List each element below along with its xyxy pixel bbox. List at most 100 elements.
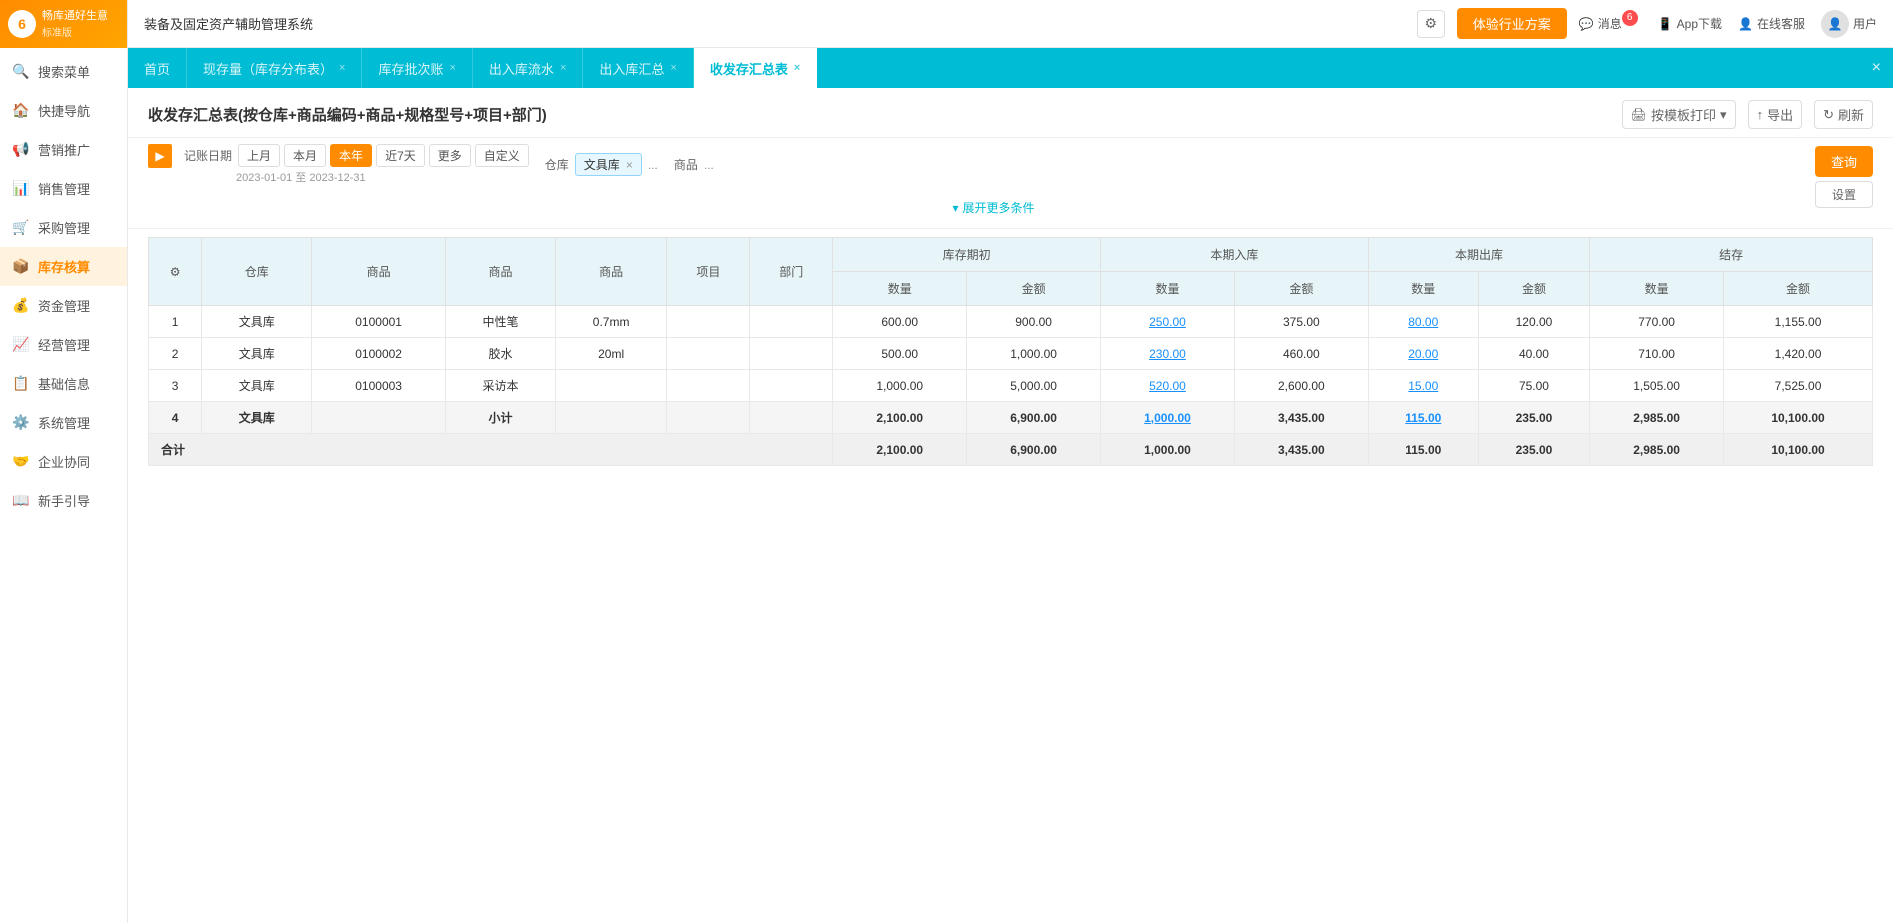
sidebar-item-newbie[interactable]: 📖 新手引导	[0, 481, 127, 520]
export-btn[interactable]: ↑ 导出	[1748, 100, 1803, 129]
warehouse-tag-close[interactable]: ×	[626, 158, 633, 172]
sub-no: 4	[149, 402, 202, 434]
data-table: ⚙ 仓库 商品 商品 商品 项目 部门 库存期初 本期入库 本期出库 结存 数量	[148, 237, 1873, 466]
sidebar-item-operations[interactable]: 📈经营管理	[0, 325, 127, 364]
message-icon: 💬	[1579, 17, 1594, 31]
date-btn-custom[interactable]: 自定义	[475, 144, 529, 167]
sidebar-item-basicinfo[interactable]: 📋基础信息	[0, 364, 127, 403]
cell-out-qty[interactable]: 80.00	[1368, 306, 1478, 338]
tab-inout-summary[interactable]: 出入库汇总×	[583, 48, 693, 88]
tab-label-batch: 库存批次账	[378, 59, 443, 78]
cell-in-qty[interactable]: 520.00	[1101, 370, 1235, 402]
experience-btn[interactable]: 体验行业方案	[1457, 8, 1567, 39]
sidebar-icon-enterprise: 🤝	[12, 453, 30, 470]
tab-label-stock-dist: 现存量（库存分布表）	[203, 59, 333, 78]
warehouse-more[interactable]: ...	[648, 158, 658, 172]
th-settings[interactable]: ⚙	[149, 238, 202, 306]
topbar-right: 💬 消息 6 📱 App下载 👤 在线客服 👤 用户	[1579, 10, 1877, 38]
date-filter-label: 记账日期	[184, 147, 232, 164]
sidebar-icon-inventory: 📦	[12, 258, 30, 275]
sub-bal-qty: 2,985.00	[1590, 402, 1724, 434]
cell-open-amt: 5,000.00	[967, 370, 1101, 402]
expand-more-btn[interactable]: ▾ 展开更多条件	[952, 199, 1034, 216]
date-btn-more[interactable]: 更多	[429, 144, 471, 167]
message-btn[interactable]: 💬 消息 6	[1579, 15, 1642, 32]
tab-close-inout-flow[interactable]: ×	[560, 63, 566, 74]
th-bal-qty: 数量	[1590, 272, 1724, 306]
tab-receive-summary[interactable]: 收发存汇总表×	[694, 48, 817, 88]
cell-product-spec: 20ml	[555, 338, 666, 370]
sidebar: 6 畅库通好生意 标准版 🔍搜索菜单🏠快捷导航📢营销推广📊销售管理🛒采购管理📦库…	[0, 0, 128, 923]
date-btn-7days[interactable]: 近7天	[376, 144, 425, 167]
date-filter-group: 记账日期 上月本月本年近7天更多自定义 2023-01-01 至 2023-12…	[184, 144, 529, 185]
tabbar-close-all[interactable]: ×	[1860, 59, 1893, 77]
export-icon: ↑	[1757, 107, 1764, 122]
product-more[interactable]: ...	[704, 158, 714, 172]
export-label: 导出	[1767, 105, 1793, 124]
filter-toggle-btn[interactable]: ▶	[148, 144, 172, 168]
sidebar-icon-sales: 📊	[12, 180, 30, 197]
total-in-amt: 3,435.00	[1234, 434, 1368, 466]
print-btn[interactable]: 🖨 按模板打印 ▾	[1622, 100, 1736, 129]
app-download-btn[interactable]: 📱 App下载	[1658, 15, 1722, 32]
sidebar-item-enterprise[interactable]: 🤝企业协同	[0, 442, 127, 481]
cell-in-qty[interactable]: 250.00	[1101, 306, 1235, 338]
sidebar-icon-purchase: 🛒	[12, 219, 30, 236]
tab-stock-dist[interactable]: 现存量（库存分布表） ×	[187, 48, 362, 88]
filter-settings-btn[interactable]: 设置	[1815, 181, 1873, 208]
th-balance: 结存	[1590, 238, 1873, 272]
user-btn[interactable]: 👤 用户	[1821, 10, 1877, 38]
cell-open-qty: 600.00	[833, 306, 967, 338]
sidebar-item-search[interactable]: 🔍搜索菜单	[0, 52, 127, 91]
th-open-qty: 数量	[833, 272, 967, 306]
sidebar-item-quicknav[interactable]: 🏠快捷导航	[0, 91, 127, 130]
expand-label: 展开更多条件	[963, 199, 1035, 216]
warehouse-tag-text: 文具库	[584, 156, 620, 173]
sidebar-icon-finance: 💰	[12, 297, 30, 314]
tab-close-batch[interactable]: ×	[449, 63, 455, 74]
th-in-qty: 数量	[1101, 272, 1235, 306]
th-dept: 部门	[750, 238, 833, 306]
tab-inout-flow[interactable]: 出入库流水×	[473, 48, 583, 88]
sidebar-item-finance[interactable]: 💰资金管理	[0, 286, 127, 325]
tab-batch[interactable]: 库存批次账 ×	[362, 48, 472, 88]
warehouse-tag[interactable]: 文具库 ×	[575, 153, 642, 176]
tab-home[interactable]: 首页	[128, 48, 187, 88]
sidebar-nav: 🔍搜索菜单🏠快捷导航📢营销推广📊销售管理🛒采购管理📦库存核算💰资金管理📈经营管理…	[0, 48, 127, 923]
date-btn-cur[interactable]: 本月	[284, 144, 326, 167]
tab-close-receive-summary[interactable]: ×	[794, 63, 800, 74]
sidebar-item-purchase[interactable]: 🛒采购管理	[0, 208, 127, 247]
main-area: 装备及固定资产辅助管理系统 ⚙ 体验行业方案 💬 消息 6 📱 App下载 👤 …	[128, 0, 1893, 923]
cell-out-qty[interactable]: 15.00	[1368, 370, 1478, 402]
cell-product-name: 胶水	[446, 338, 556, 370]
online-service-btn[interactable]: 👤 在线客服	[1738, 15, 1805, 32]
refresh-btn[interactable]: ↻ 刷新	[1814, 100, 1873, 129]
table-row: 3 文具库 0100003 采访本 1,000.00 5,000.00 520.…	[149, 370, 1873, 402]
config-icon[interactable]: ⚙	[1417, 10, 1445, 38]
date-btn-year[interactable]: 本年	[330, 144, 372, 167]
cell-product-code: 0100001	[312, 306, 446, 338]
sidebar-icon-newbie: 📖	[12, 492, 30, 509]
cell-in-qty[interactable]: 230.00	[1101, 338, 1235, 370]
sidebar-item-sales[interactable]: 📊销售管理	[0, 169, 127, 208]
cell-out-qty[interactable]: 20.00	[1368, 338, 1478, 370]
th-warehouse: 仓库	[202, 238, 312, 306]
online-service-label: 在线客服	[1757, 15, 1805, 32]
sidebar-item-marketing[interactable]: 📢营销推广	[0, 130, 127, 169]
warehouse-filter-group: 仓库 文具库 × ...	[545, 153, 658, 176]
sidebar-label-basicinfo: 基础信息	[38, 374, 90, 393]
tab-close-stock-dist[interactable]: ×	[339, 63, 345, 74]
cell-open-amt: 900.00	[967, 306, 1101, 338]
cell-no: 1	[149, 306, 202, 338]
user-avatar: 👤	[1821, 10, 1849, 38]
sidebar-item-system[interactable]: ⚙️系统管理	[0, 403, 127, 442]
date-btn-prev[interactable]: 上月	[238, 144, 280, 167]
th-project: 项目	[667, 238, 750, 306]
sidebar-label-newbie: 新手引导	[38, 491, 90, 510]
expand-icon: ▾	[952, 201, 958, 215]
tab-close-inout-summary[interactable]: ×	[670, 63, 676, 74]
total-label: 合计	[149, 434, 833, 466]
sidebar-item-inventory[interactable]: 📦库存核算	[0, 247, 127, 286]
cell-warehouse: 文具库	[202, 370, 312, 402]
query-btn[interactable]: 查询	[1815, 146, 1873, 177]
